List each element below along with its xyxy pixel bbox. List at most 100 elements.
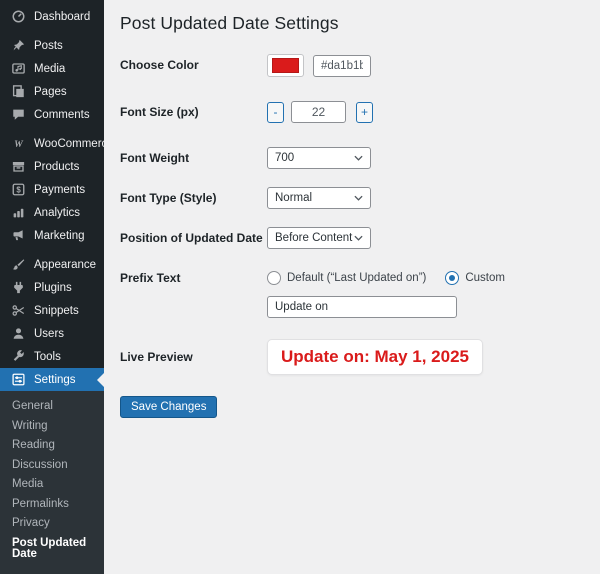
font-size-decrease-button[interactable]: - [267,101,284,123]
submenu-item-permalinks[interactable]: Permalinks [0,495,104,515]
sidebar-item-settings[interactable]: Settings [0,368,104,391]
sidebar-item-tools[interactable]: Tools [0,345,104,368]
prefix-text-row: Prefix Text Default (“Last Updated on”) … [120,267,588,318]
sidebar-item-label: Settings [34,373,76,386]
sidebar-item-label: Marketing [34,229,85,242]
sidebar-item-analytics[interactable]: Analytics [0,201,104,224]
live-preview-box: Update on: May 1, 2025 [267,339,484,375]
prefix-radio-group: Default (“Last Updated on”) Custom [267,267,505,289]
position-label: Position of Updated Date [120,231,263,245]
settings-sliders-icon [11,372,26,387]
sidebar-item-label: Dashboard [34,10,91,23]
sidebar-item-payments[interactable]: $ Payments [0,178,104,201]
sidebar-item-dashboard[interactable]: Dashboard [0,5,104,28]
choose-color-label: Choose Color [120,58,199,72]
pin-icon [11,38,26,53]
font-type-row: Font Type (Style) Normal [120,187,588,209]
sidebar-item-posts[interactable]: Posts [0,34,104,57]
chevron-down-icon [354,235,363,241]
products-box-icon [11,159,26,174]
sidebar-item-snippets[interactable]: Snippets [0,299,104,322]
wrench-icon [11,349,26,364]
submenu-item-general[interactable]: General [0,397,104,417]
paintbrush-icon [11,257,26,272]
color-swatch-button[interactable] [267,54,304,77]
sidebar-item-label: Products [34,160,80,173]
sidebar-item-label: Snippets [34,304,79,317]
svg-text:$: $ [16,186,21,195]
sidebar-item-pages[interactable]: Pages [0,80,104,103]
woocommerce-icon: W [11,136,26,151]
admin-menu: Dashboard Posts Media Pages Comments W W… [0,0,114,391]
sidebar-item-label: Tools [34,350,61,363]
sidebar-item-label: Appearance [34,258,97,271]
choose-color-row: Choose Color [120,54,588,77]
live-preview-row: Live Preview Update on: May 1, 2025 [120,339,588,375]
sidebar-item-label: Posts [34,39,63,52]
font-size-row: Font Size (px) - + [120,101,588,123]
prefix-default-radio[interactable] [267,271,281,285]
prefix-custom-label[interactable]: Custom [465,272,505,284]
font-type-label: Font Type (Style) [120,191,217,205]
settings-page: Post Updated Date Settings Choose Color … [104,0,600,550]
sidebar-item-label: Users [34,327,65,340]
font-size-input[interactable] [291,101,346,123]
bar-chart-icon [11,205,26,220]
sidebar-item-media[interactable]: Media [0,57,104,80]
sidebar-item-label: Payments [34,183,86,196]
sidebar-item-products[interactable]: Products [0,155,104,178]
megaphone-icon [11,228,26,243]
sidebar-item-marketing[interactable]: Marketing [0,224,104,247]
font-weight-value: 700 [275,152,295,164]
submenu-item-media[interactable]: Media [0,475,104,495]
font-type-select[interactable]: Normal [267,187,371,209]
prefix-default-label[interactable]: Default (“Last Updated on”) [287,272,426,284]
color-hex-input[interactable] [313,54,371,77]
sidebar-item-label: Media [34,62,66,75]
sidebar-item-label: Analytics [34,206,81,219]
prefix-text-label: Prefix Text [120,271,181,285]
font-weight-row: Font Weight 700 [120,147,588,169]
dashboard-icon [11,9,26,24]
submenu-item-writing[interactable]: Writing [0,417,104,437]
media-icon [11,61,26,76]
color-swatch [272,58,299,73]
font-weight-select[interactable]: 700 [267,147,371,169]
font-type-value: Normal [275,192,313,204]
font-size-label: Font Size (px) [120,105,199,119]
sidebar-item-woocommerce[interactable]: W WooCommerce [0,132,114,155]
sidebar-item-users[interactable]: Users [0,322,104,345]
save-changes-button[interactable]: Save Changes [120,396,218,418]
sidebar-item-plugins[interactable]: Plugins [0,276,104,299]
pages-icon [11,84,26,99]
prefix-custom-input[interactable] [267,296,457,318]
position-row: Position of Updated Date Before Content [120,227,588,249]
settings-submenu: General Writing Reading Discussion Media… [0,391,104,574]
payments-dollar-icon: $ [11,182,26,197]
page-title: Post Updated Date Settings [120,13,339,33]
live-preview-text: Update on: May 1, 2025 [281,347,470,366]
sidebar-item-label: WooCommerce [34,137,114,150]
position-value: Before Content [275,232,353,244]
plug-icon [11,280,26,295]
submenu-item-reading[interactable]: Reading [0,436,104,456]
prefix-custom-radio[interactable] [445,271,460,285]
sidebar-item-label: Plugins [34,281,72,294]
submenu-item-discussion[interactable]: Discussion [0,456,104,476]
svg-text:W: W [14,139,24,150]
font-size-increase-button[interactable]: + [356,101,373,123]
font-weight-label: Font Weight [120,151,190,165]
submenu-item-privacy[interactable]: Privacy [0,514,104,534]
user-icon [11,326,26,341]
chevron-down-icon [354,155,363,161]
admin-sidebar: Dashboard Posts Media Pages Comments W W… [0,0,114,574]
sidebar-item-label: Pages [34,85,67,98]
live-preview-label: Live Preview [120,350,193,364]
sidebar-item-comments[interactable]: Comments [0,103,104,126]
sidebar-item-appearance[interactable]: Appearance [0,253,104,276]
position-select[interactable]: Before Content [267,227,371,249]
app-window: Dashboard Posts Media Pages Comments W W… [0,0,600,574]
scissors-icon [11,303,26,318]
chevron-down-icon [354,195,363,201]
submenu-item-post-updated-date[interactable]: Post Updated Date [0,534,104,565]
